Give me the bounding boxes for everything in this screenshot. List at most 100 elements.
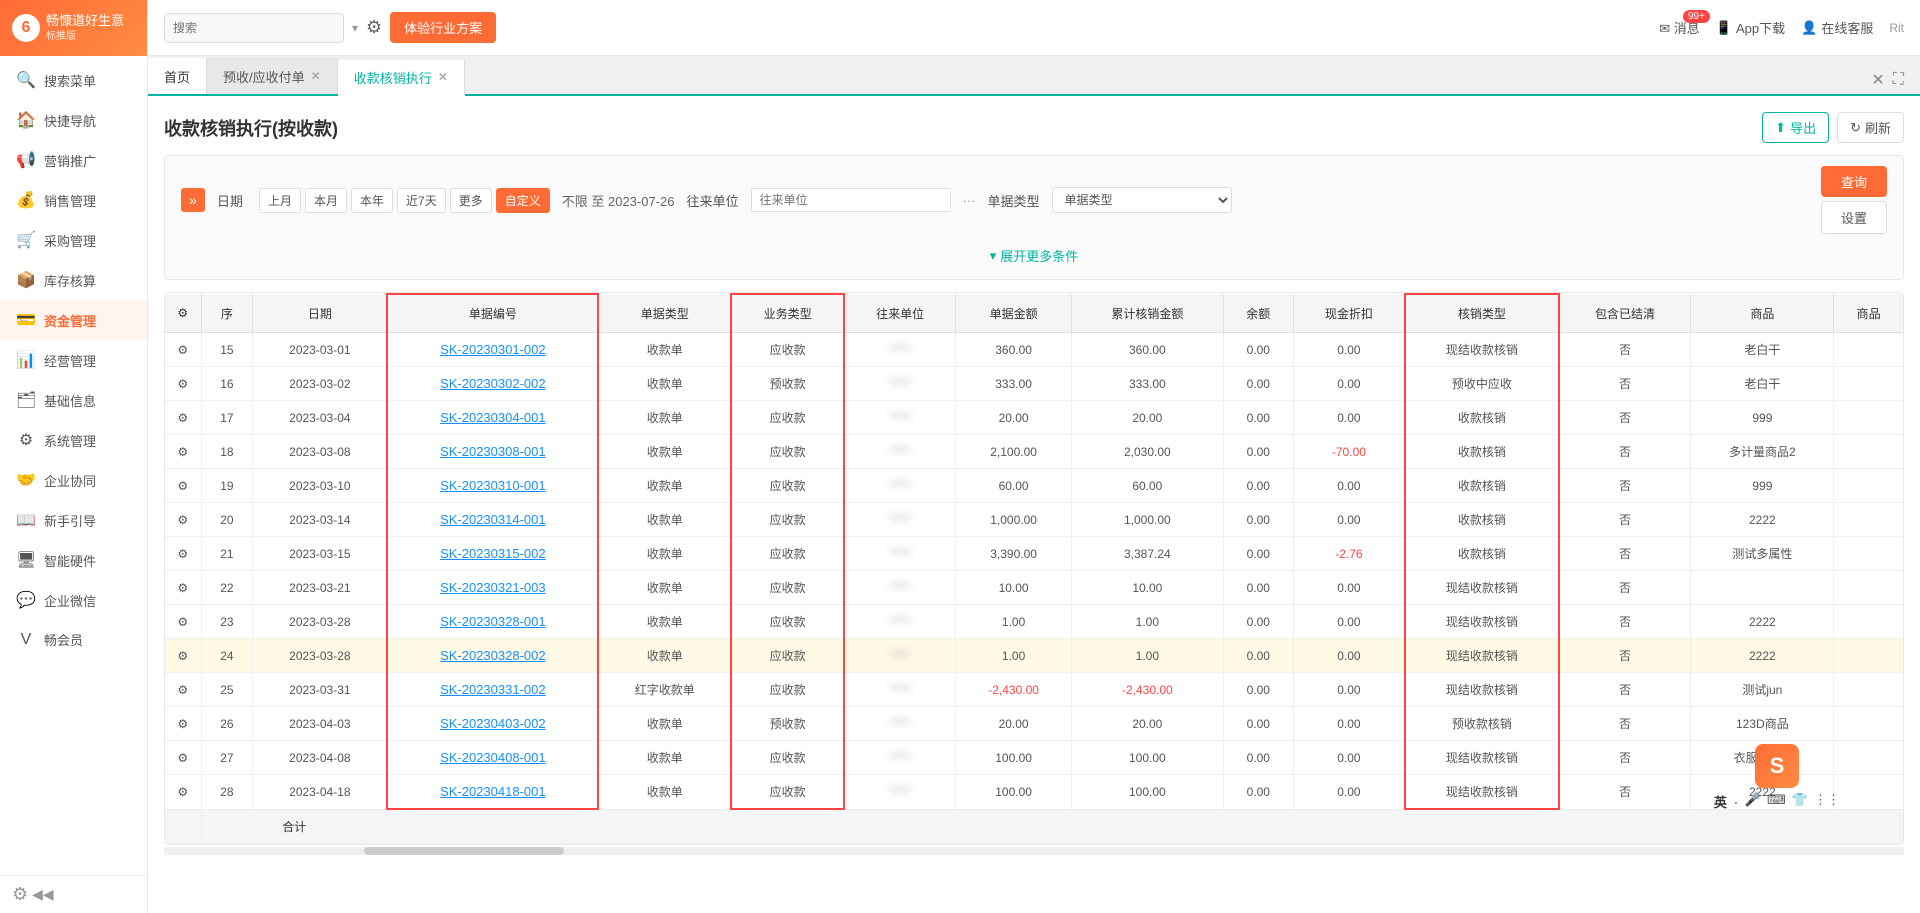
search-input[interactable] (164, 13, 344, 43)
cell-cancel-type: 预收中应收 (1405, 367, 1559, 401)
voucher-link[interactable]: SK-20230328-001 (440, 614, 546, 629)
filter-collapse-button[interactable]: » (181, 188, 205, 212)
cell-settings[interactable]: ⚙ (165, 367, 201, 401)
cell-settings[interactable]: ⚙ (165, 741, 201, 775)
tab-home[interactable]: 首页 (148, 58, 207, 94)
setting-button[interactable]: 设置 (1821, 201, 1887, 234)
sidebar-item-member[interactable]: V畅会员 (0, 620, 147, 659)
voucher-link[interactable]: SK-20230304-001 (440, 410, 546, 425)
cell-settings[interactable]: ⚙ (165, 401, 201, 435)
tab-close-all-icon[interactable]: ✕ (1871, 70, 1884, 90)
voucher-link[interactable]: SK-20230408-001 (440, 750, 546, 765)
cell-goods2 (1834, 435, 1903, 469)
industry-solution-button[interactable]: 体验行业方案 (390, 12, 496, 43)
col-header-settings[interactable]: ⚙ (165, 294, 201, 333)
query-button[interactable]: 查询 (1821, 166, 1887, 197)
sidebar-item-guide[interactable]: 📖新手引导 (0, 500, 147, 540)
expand-conditions-button[interactable]: ▾ 展开更多条件 (990, 242, 1079, 269)
cell-settings[interactable]: ⚙ (165, 333, 201, 367)
sidebar-item-purchase[interactable]: 🛒采购管理 (0, 220, 147, 260)
messages-button[interactable]: ✉ 消息 99+ (1659, 18, 1700, 37)
cell-voucher-type: 收款单 (598, 401, 731, 435)
tab-collection-close-icon[interactable]: ✕ (438, 70, 448, 84)
counterpart-more-icon[interactable]: ··· (963, 193, 976, 208)
cell-include-settled: 否 (1559, 639, 1691, 673)
cell-settings[interactable]: ⚙ (165, 775, 201, 810)
cell-settings[interactable]: ⚙ (165, 537, 201, 571)
cell-cancel-type: 现结收款核销 (1405, 673, 1559, 707)
cell-goods: 2222 (1691, 503, 1834, 537)
cell-settings[interactable]: ⚙ (165, 673, 201, 707)
date-btn-last-7days[interactable]: 近7天 (397, 188, 446, 213)
cell-settings[interactable]: ⚙ (165, 435, 201, 469)
refresh-button[interactable]: ↻ 刷新 (1837, 112, 1904, 143)
voucher-link[interactable]: SK-20230321-003 (440, 580, 546, 595)
cell-counterpart: **** (844, 367, 956, 401)
topbar-gear-icon[interactable]: ⚙ (366, 17, 382, 38)
sidebar-item-quick[interactable]: 🏠快捷导航 (0, 100, 147, 140)
table-scrollbar[interactable] (164, 847, 1904, 855)
voucher-link[interactable]: SK-20230328-002 (440, 648, 546, 663)
cell-settings[interactable]: ⚙ (165, 605, 201, 639)
voucher-link[interactable]: SK-20230331-002 (440, 682, 546, 697)
sidebar-item-marketing[interactable]: 📢营销推广 (0, 140, 147, 180)
date-btn-custom[interactable]: 自定义 (496, 188, 550, 213)
table-row: ⚙ 24 2023-03-28 SK-20230328-002 收款单 应收款 … (165, 639, 1903, 673)
table-scrollbar-thumb[interactable] (364, 847, 564, 855)
cell-settings[interactable]: ⚙ (165, 707, 201, 741)
sidebar-item-sales[interactable]: 💰销售管理 (0, 180, 147, 220)
voucher-link[interactable]: SK-20230403-002 (440, 716, 546, 731)
voucher-type-select[interactable]: 单据类型 (1052, 187, 1232, 213)
cell-settings[interactable]: ⚙ (165, 503, 201, 537)
sidebar-item-hardware[interactable]: 🖥智能硬件 (0, 540, 147, 580)
cell-amount: 360.00 (956, 333, 1072, 367)
voucher-link[interactable]: SK-20230315-002 (440, 546, 546, 561)
col-header-counterpart: 往来单位 (844, 294, 956, 333)
date-btn-more[interactable]: 更多 (450, 188, 492, 213)
online-service-button[interactable]: 👤 在线客服 (1801, 18, 1873, 37)
sidebar-item-wechat[interactable]: 💬企业微信 (0, 580, 147, 620)
cell-settings[interactable]: ⚙ (165, 469, 201, 503)
cell-cancel-type: 收款核销 (1405, 401, 1559, 435)
watermark-mic-icon[interactable]: 🎤 (1745, 792, 1761, 813)
voucher-link[interactable]: SK-20230418-001 (440, 784, 546, 799)
voucher-link[interactable]: SK-20230314-001 (440, 512, 546, 527)
tab-prepay-close-icon[interactable]: ✕ (311, 69, 321, 83)
cell-goods2 (1834, 333, 1903, 367)
voucher-link[interactable]: SK-20230310-001 (440, 478, 546, 493)
watermark-grid-icon[interactable]: ⋮⋮ (1814, 792, 1840, 813)
cell-goods: 123D商品 (1691, 707, 1834, 741)
tab-collection[interactable]: 收款核销执行 ✕ (338, 60, 465, 96)
date-btn-this-month[interactable]: 本月 (305, 188, 347, 213)
settings-bottom-icon[interactable]: ⚙ (12, 884, 28, 905)
watermark-shirt-icon[interactable]: 👕 (1792, 792, 1808, 813)
counterpart-input[interactable] (751, 188, 951, 212)
topbar-right: ✉ 消息 99+ 📱 App下载 👤 在线客服 Rit (1659, 18, 1904, 37)
voucher-link[interactable]: SK-20230302-002 (440, 376, 546, 391)
watermark-english-icon[interactable]: 英 (1714, 792, 1727, 813)
sidebar-item-search[interactable]: 🔍搜索菜单 (0, 60, 147, 100)
table-row: ⚙ 16 2023-03-02 SK-20230302-002 收款单 预收款 … (165, 367, 1903, 401)
app-download-button[interactable]: 📱 App下载 (1716, 18, 1785, 37)
search-chevron-icon[interactable]: ▾ (352, 21, 358, 35)
cell-settings[interactable]: ⚙ (165, 639, 201, 673)
sidebar-item-finance[interactable]: 💳资金管理 (0, 300, 147, 340)
sidebar-item-basics[interactable]: 🗂基础信息 (0, 380, 147, 420)
collapse-icon[interactable]: ◀◀ (32, 886, 54, 903)
sidebar-item-enterprise[interactable]: 🤝企业协同 (0, 460, 147, 500)
sidebar-item-system[interactable]: ⚙系统管理 (0, 420, 147, 460)
sidebar-item-operations[interactable]: 📊经营管理 (0, 340, 147, 380)
watermark-dot-icon[interactable]: · (1733, 792, 1739, 813)
data-table-wrapper: ⚙ 序 日期 单据编号 单据类型 业务类型 往来单位 单据金额 累计核销金额 余… (164, 292, 1904, 845)
tab-prepay[interactable]: 预收/应收付单 ✕ (207, 58, 338, 94)
cell-settings[interactable]: ⚙ (165, 571, 201, 605)
tab-expand-icon[interactable]: ⛶ (1893, 71, 1904, 89)
watermark-keyboard-icon[interactable]: ⌨ (1767, 792, 1786, 813)
sidebar-item-inventory[interactable]: 📦库存核算 (0, 260, 147, 300)
date-btn-this-year[interactable]: 本年 (351, 188, 393, 213)
voucher-link[interactable]: SK-20230308-001 (440, 444, 546, 459)
voucher-link[interactable]: SK-20230301-002 (440, 342, 546, 357)
date-btn-last-month[interactable]: 上月 (259, 188, 301, 213)
export-button[interactable]: ⬆ 导出 (1762, 112, 1829, 143)
table-row: ⚙ 25 2023-03-31 SK-20230331-002 红字收款单 应收… (165, 673, 1903, 707)
